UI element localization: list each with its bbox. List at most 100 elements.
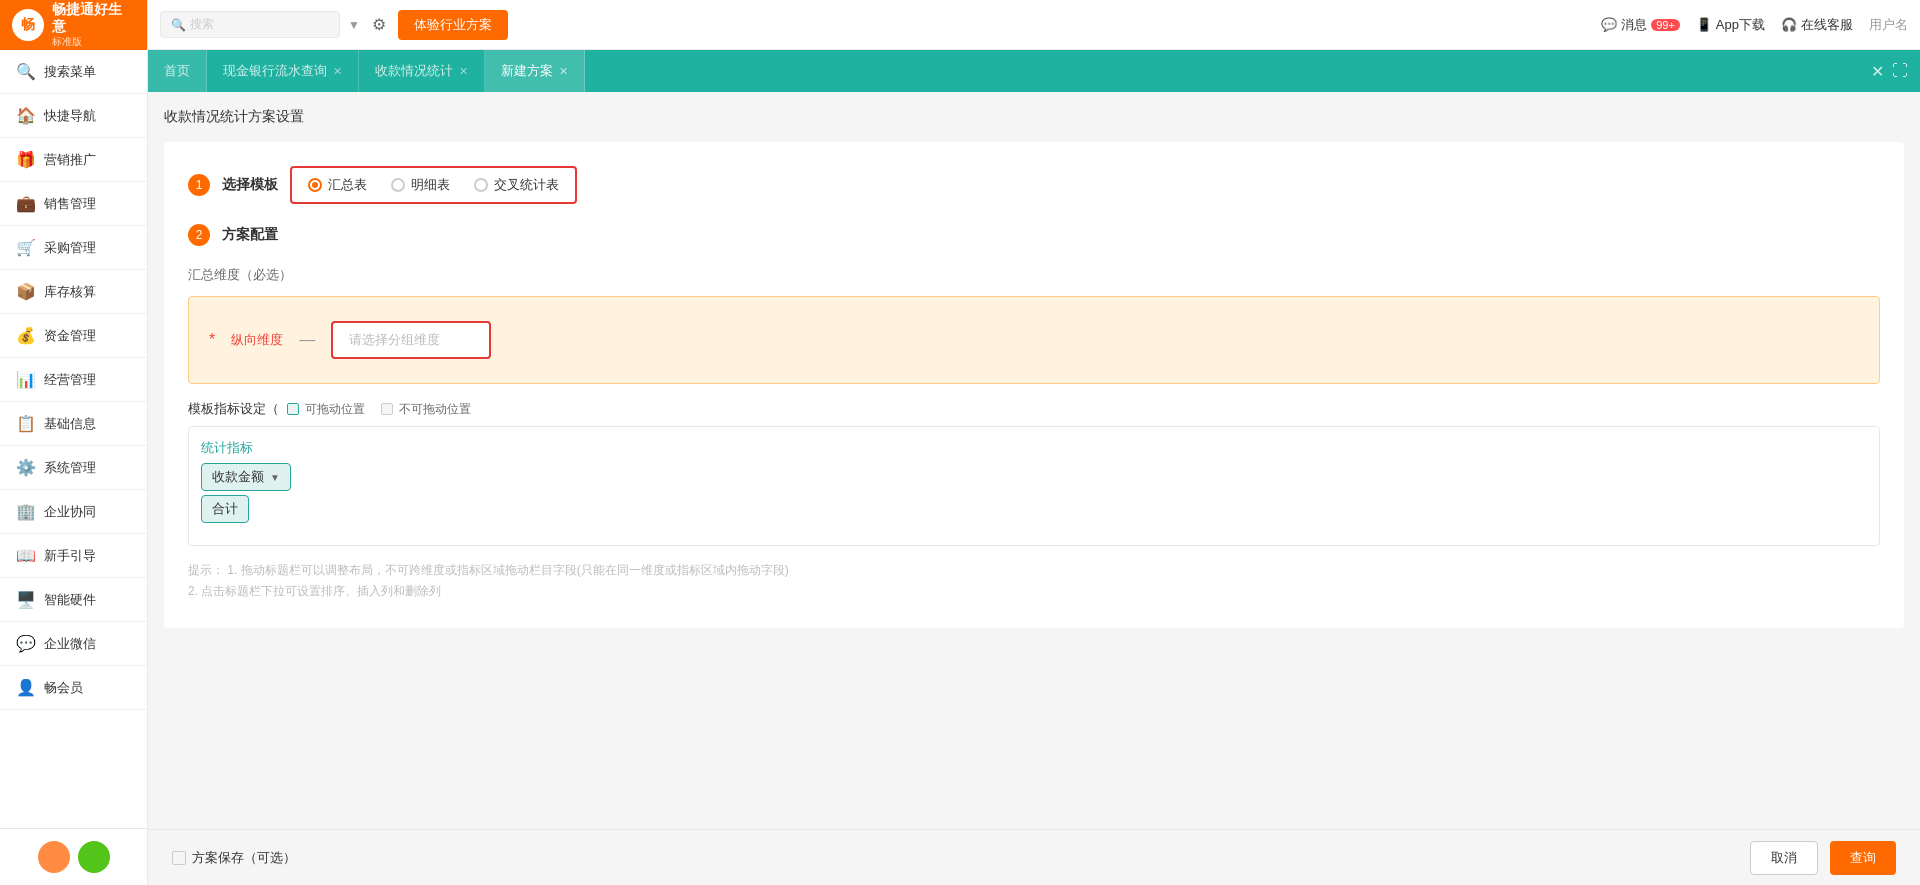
radio-summary-dot: [312, 182, 318, 188]
briefcase-icon: 💼: [16, 194, 36, 213]
sidebar-logo: 畅 畅捷通好生意 标准版: [0, 0, 147, 50]
dimension-row: * 纵向维度 — 请选择分组维度: [209, 321, 1859, 359]
save-checkbox[interactable]: 方案保存（可选）: [172, 849, 296, 867]
cart-icon: 🛒: [16, 238, 36, 257]
step2-row: 2 方案配置: [188, 224, 1880, 246]
tab-bank-flow[interactable]: 现金银行流水查询 ✕: [207, 50, 359, 92]
row-dimension-label: 纵向维度: [231, 331, 283, 349]
download-icon: 📱: [1696, 17, 1712, 32]
radio-summary-circle: [308, 178, 322, 192]
tab-home[interactable]: 首页: [148, 50, 207, 92]
chart-icon: 📊: [16, 370, 36, 389]
tab-bank-flow-close[interactable]: ✕: [333, 65, 342, 78]
sidebar-item-enterprise-wechat[interactable]: 💬 企业微信: [0, 622, 147, 666]
service-item[interactable]: 🎧 在线客服: [1781, 16, 1853, 34]
sidebar-item-inventory[interactable]: 📦 库存核算: [0, 270, 147, 314]
message-icon: 💬: [1601, 17, 1617, 32]
chip-dropdown-icon: ▼: [270, 472, 280, 483]
metrics-legend: 可拖动位置 不可拖动位置: [287, 401, 471, 418]
metrics-section: 模板指标设定（ 可拖动位置 不可拖动位置: [188, 400, 1880, 546]
main: 🔍 搜索 ▼ ⚙ 体验行业方案 💬 消息 99+ 📱 App下载 🎧 在线客服 …: [148, 0, 1920, 885]
chat-icon: 💬: [16, 634, 36, 653]
money-icon: 💰: [16, 326, 36, 345]
page-title: 收款情况统计方案设置: [164, 108, 1904, 126]
sub-metric-row: 合计: [201, 495, 1867, 523]
required-star: *: [209, 331, 215, 349]
hint-text: 提示： 1. 拖动标题栏可以调整布局，不可跨维度或指标区域拖动栏目字段(只能在同…: [188, 562, 1880, 600]
clipboard-icon: 📋: [16, 414, 36, 433]
box-icon: 📦: [16, 282, 36, 301]
template-selector-box: 汇总表 明细表 交叉统计表: [290, 166, 577, 204]
sidebar-item-member[interactable]: 👤 畅会员: [0, 666, 147, 710]
topbar-search[interactable]: 🔍 搜索: [160, 11, 340, 38]
radio-summary[interactable]: 汇总表: [308, 176, 367, 194]
topbar: 🔍 搜索 ▼ ⚙ 体验行业方案 💬 消息 99+ 📱 App下载 🎧 在线客服 …: [148, 0, 1920, 50]
radio-detail[interactable]: 明细表: [391, 176, 450, 194]
arrow-right-icon: —: [299, 331, 315, 349]
sidebar-item-finance[interactable]: 💰 资金管理: [0, 314, 147, 358]
tabbar-expand-icon[interactable]: ⛶: [1892, 62, 1908, 80]
sidebar-item-purchase[interactable]: 🛒 采购管理: [0, 226, 147, 270]
sidebar-item-basic-info[interactable]: 📋 基础信息: [0, 402, 147, 446]
sidebar: 畅 畅捷通好生意 标准版 🔍 搜索菜单 🏠 快捷导航 🎁 营销推广 💼 销售管理…: [0, 0, 148, 885]
sidebar-item-search-menu[interactable]: 🔍 搜索菜单: [0, 50, 147, 94]
sidebar-item-enterprise[interactable]: 🏢 企业协同: [0, 490, 147, 534]
tab-new-plan[interactable]: 新建方案 ✕: [485, 50, 585, 92]
content-area: 收款情况统计方案设置 1 选择模板 汇总表 明细表: [148, 92, 1920, 829]
tab-collection-stats-close[interactable]: ✕: [459, 65, 468, 78]
gift-icon: 🎁: [16, 150, 36, 169]
sidebar-item-sales[interactable]: 💼 销售管理: [0, 182, 147, 226]
metric-chip-row: 收款金额 ▼: [201, 463, 1867, 491]
sidebar-item-marketing[interactable]: 🎁 营销推广: [0, 138, 147, 182]
gear-sidebar-icon: ⚙️: [16, 458, 36, 477]
tabbar-actions: ✕ ⛶: [1859, 50, 1920, 92]
dimension-section-label: 汇总维度（必选）: [188, 266, 1880, 284]
settings-card: 1 选择模板 汇总表 明细表 交叉统计表: [164, 142, 1904, 628]
sidebar-item-system[interactable]: ⚙️ 系统管理: [0, 446, 147, 490]
avatar-2[interactable]: [78, 841, 110, 873]
topbar-dropdown-icon[interactable]: ▼: [348, 18, 360, 32]
footer: 方案保存（可选） 取消 查询: [148, 829, 1920, 885]
notification-item[interactable]: 💬 消息 99+: [1601, 16, 1680, 34]
building-icon: 🏢: [16, 502, 36, 521]
radio-cross[interactable]: 交叉统计表: [474, 176, 559, 194]
step1-title: 选择模板: [222, 176, 278, 194]
metrics-header: 模板指标设定（ 可拖动位置 不可拖动位置: [188, 400, 1880, 418]
topbar-gear-icon[interactable]: ⚙: [372, 15, 386, 34]
logo-icon: 畅: [12, 9, 44, 41]
sidebar-item-operations[interactable]: 📊 经营管理: [0, 358, 147, 402]
topbar-right: 💬 消息 99+ 📱 App下载 🎧 在线客服 用户名: [1601, 16, 1908, 34]
step2-title: 方案配置: [222, 226, 278, 244]
service-icon: 🎧: [1781, 17, 1797, 32]
sidebar-item-guide[interactable]: 📖 新手引导: [0, 534, 147, 578]
dimension-selector[interactable]: 请选择分组维度: [331, 321, 491, 359]
logo-text: 畅捷通好生意 标准版: [52, 1, 135, 49]
monitor-icon: 🖥️: [16, 590, 36, 609]
sidebar-item-smart-hw[interactable]: 🖥️ 智能硬件: [0, 578, 147, 622]
book-icon: 📖: [16, 546, 36, 565]
avatar-1[interactable]: [38, 841, 70, 873]
sub-metric-total[interactable]: 合计: [201, 495, 249, 523]
step2-badge: 2: [188, 224, 210, 246]
query-button[interactable]: 查询: [1830, 841, 1896, 875]
dimension-area: * 纵向维度 — 请选择分组维度: [188, 296, 1880, 384]
tab-new-plan-close[interactable]: ✕: [559, 65, 568, 78]
draggable-dot: [287, 403, 299, 415]
download-item[interactable]: 📱 App下载: [1696, 16, 1765, 34]
home-icon: 🏠: [16, 106, 36, 125]
step1-badge: 1: [188, 174, 210, 196]
config-section: 汇总维度（必选） * 纵向维度 — 请选择分组维度 模板指标设定（: [188, 266, 1880, 600]
trial-btn[interactable]: 体验行业方案: [398, 10, 508, 40]
topbar-username: 用户名: [1869, 16, 1908, 34]
radio-cross-circle: [474, 178, 488, 192]
tab-collection-stats[interactable]: 收款情况统计 ✕: [359, 50, 485, 92]
tabbar-close-icon[interactable]: ✕: [1871, 62, 1884, 81]
sidebar-item-quick-nav[interactable]: 🏠 快捷导航: [0, 94, 147, 138]
legend-fixed: 不可拖动位置: [381, 401, 471, 418]
tabbar: 首页 现金银行流水查询 ✕ 收款情况统计 ✕ 新建方案 ✕ ✕ ⛶: [148, 50, 1920, 92]
topbar-search-icon: 🔍: [171, 18, 186, 32]
cancel-button[interactable]: 取消: [1750, 841, 1818, 875]
metric-chip-payment[interactable]: 收款金额 ▼: [201, 463, 291, 491]
search-menu-icon: 🔍: [16, 62, 36, 81]
legend-draggable: 可拖动位置: [287, 401, 365, 418]
